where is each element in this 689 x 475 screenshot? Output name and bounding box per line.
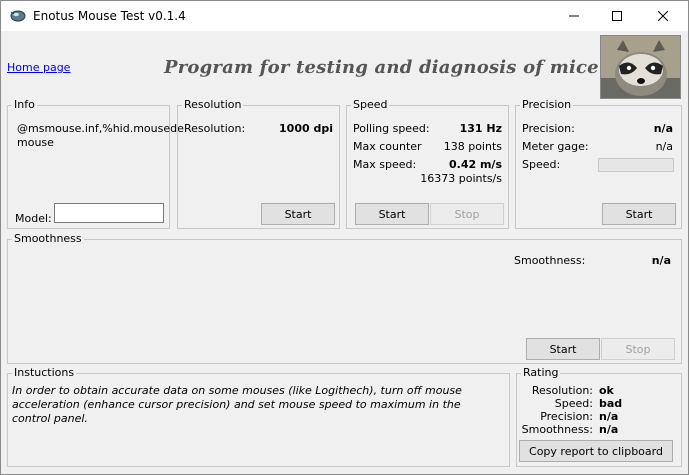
speed-group-title: Speed	[351, 98, 390, 111]
raccoon-logo-image	[600, 35, 681, 99]
polling-speed-value: 131 Hz	[459, 122, 502, 135]
smoothness-start-button[interactable]: Start	[526, 338, 600, 360]
resolution-start-button[interactable]: Start	[261, 203, 335, 225]
precision-speed-bar	[598, 158, 674, 172]
speed-group: Speed Polling speed: 131 Hz Max counter …	[346, 98, 509, 229]
window-title: Enotus Mouse Test v0.1.4	[33, 9, 186, 23]
smoothness-group-title: Smoothness	[12, 232, 84, 245]
rating-resolution-value: ok	[599, 384, 614, 397]
precision-speed-label: Speed:	[522, 158, 561, 171]
polling-speed-label: Polling speed:	[353, 122, 430, 135]
model-input[interactable]	[54, 203, 164, 223]
speed-stop-button[interactable]: Stop	[430, 203, 504, 225]
maximize-button[interactable]	[594, 1, 640, 31]
meter-gage-value: n/a	[655, 140, 673, 153]
speed-start-button[interactable]: Start	[355, 203, 429, 225]
rating-smoothness-value: n/a	[599, 423, 619, 436]
smoothness-value: n/a	[651, 254, 671, 267]
precision-label: Precision:	[522, 122, 575, 135]
maximize-icon	[612, 11, 622, 21]
home-page-link[interactable]: Home page	[7, 61, 70, 74]
rating-precision-value: n/a	[599, 410, 619, 423]
meter-gage-label: Meter gage:	[522, 140, 589, 153]
smoothness-stop-button[interactable]: Stop	[601, 338, 675, 360]
smoothness-plot-area[interactable]	[12, 252, 508, 360]
resolution-label: Resolution:	[184, 122, 246, 135]
instructions-group-title: Instuctions	[12, 366, 77, 379]
app-window: Enotus Mouse Test v0.1.4 Home page Progr…	[0, 0, 689, 475]
rating-speed-label: Speed:	[554, 397, 593, 410]
info-group-title: Info	[12, 98, 37, 111]
precision-value: n/a	[653, 122, 673, 135]
smoothness-group: Smoothness Smoothness: n/a Start Stop	[7, 232, 682, 364]
client-area: Home page Program for testing and diagno…	[1, 31, 688, 474]
close-icon	[658, 11, 668, 21]
copy-report-button[interactable]: Copy report to clipboard	[519, 440, 673, 462]
rating-group-title: Rating	[521, 366, 561, 379]
precision-start-button[interactable]: Start	[602, 203, 676, 225]
info-group: Info @msmouse.inf,%hid.mousede mouse Mod…	[7, 98, 184, 229]
resolution-value: 1000 dpi	[279, 122, 333, 135]
instructions-text: In order to obtain accurate data on some…	[12, 384, 462, 425]
title-bar[interactable]: Enotus Mouse Test v0.1.4	[1, 1, 688, 31]
smoothness-label: Smoothness:	[514, 254, 586, 267]
max-counter-value: 138 points	[443, 140, 502, 153]
program-banner: Program for testing and diagnosis of mic…	[164, 57, 599, 78]
rating-smoothness-label: Smoothness:	[521, 423, 593, 436]
rating-group: Rating Resolution: ok Speed: bad Precisi…	[516, 366, 682, 467]
max-speed-points: 16373 points/s	[420, 172, 502, 185]
rating-speed-value: bad	[599, 397, 623, 410]
model-label: Model:	[15, 212, 52, 225]
rating-precision-label: Precision:	[540, 410, 593, 423]
resolution-group: Resolution Resolution: 1000 dpi Start	[177, 98, 340, 229]
instructions-group: Instuctions In order to obtain accurate …	[7, 366, 510, 467]
precision-group: Precision Precision: n/a Meter gage: n/a…	[515, 98, 682, 229]
precision-group-title: Precision	[520, 98, 574, 111]
close-button[interactable]	[640, 1, 686, 31]
max-speed-label: Max speed:	[353, 158, 417, 171]
resolution-group-title: Resolution	[182, 98, 244, 111]
raccoon-icon	[601, 36, 680, 98]
rating-resolution-label: Resolution:	[531, 384, 593, 397]
max-counter-label: Max counter	[353, 140, 422, 153]
max-speed-value: 0.42 m/s	[449, 158, 502, 171]
mouse-app-icon	[10, 10, 26, 22]
device-name-text: @msmouse.inf,%hid.mousede mouse	[17, 122, 184, 149]
minimize-icon	[569, 15, 579, 17]
minimize-button[interactable]	[551, 1, 597, 31]
